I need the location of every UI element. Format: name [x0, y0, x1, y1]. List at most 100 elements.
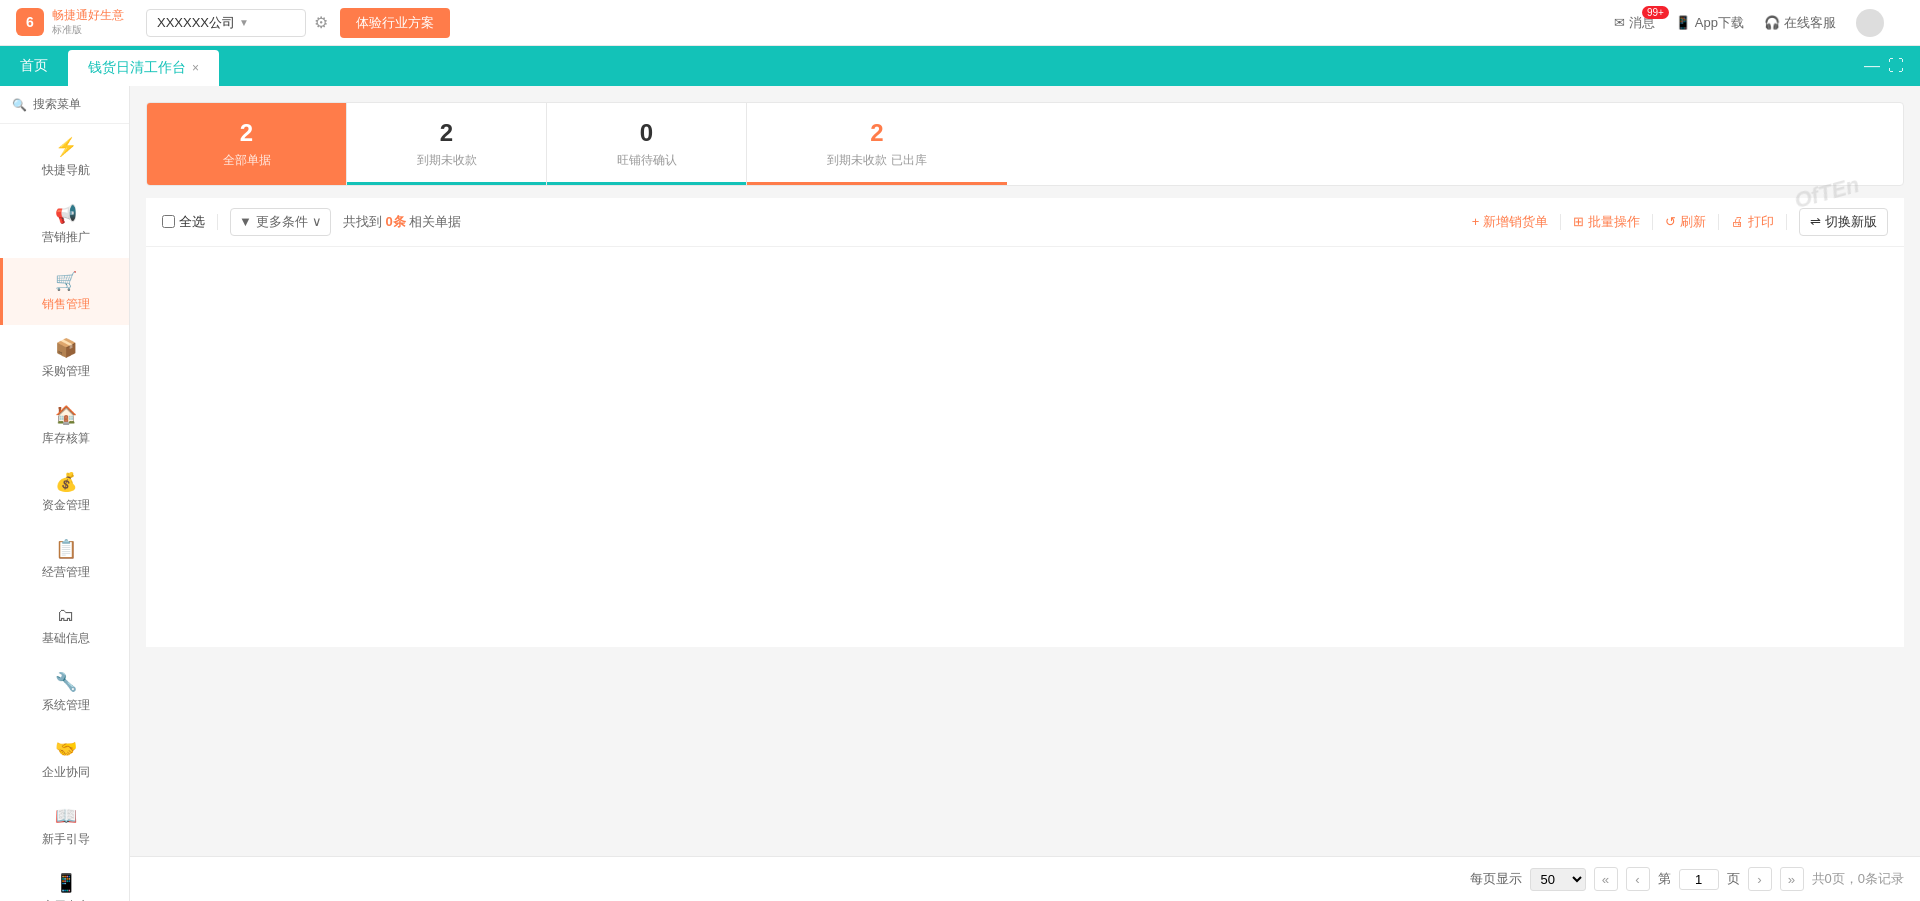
- print-icon: 🖨: [1731, 214, 1744, 229]
- select-all-checkbox[interactable]: 全选: [162, 213, 205, 231]
- filter-icon: ▼: [239, 214, 252, 229]
- stat-label-overdue: 到期未收款: [367, 152, 526, 169]
- main-layout: 🔍 搜索菜单 ⚡ 快捷导航 📢 营销推广 🛒 销售管理 📦 采购管理 🏠 库存核…: [0, 86, 1920, 901]
- sidebar-item-app-center[interactable]: 📱 应用中心: [0, 860, 129, 901]
- message-icon: ✉: [1614, 15, 1625, 30]
- maximize-icon[interactable]: ⛶: [1888, 57, 1904, 75]
- sidebar-item-operations[interactable]: 📋 经营管理: [0, 526, 129, 593]
- tab-qianhuo[interactable]: 钱货日清工作台 ×: [68, 50, 219, 86]
- found-count: 0条: [386, 214, 406, 229]
- download-icon: 📱: [1675, 15, 1691, 30]
- purchase-icon: 📦: [55, 337, 77, 359]
- top-header: 6 畅捷通好生意 标准版 XXXXXX公司 ▼ ⚙ 体验行业方案 ✉ 消息 99…: [0, 0, 1920, 46]
- toolbar: 全选 ▼ 更多条件 ∨ 共找到 0条 相关单据 + 新增销货单: [146, 198, 1904, 247]
- refresh-button[interactable]: ↺ 刷新: [1665, 213, 1706, 231]
- stat-num-overdue: 2: [367, 119, 526, 148]
- nav-tabs: 首页 钱货日清工作台 × — ⛶: [0, 46, 1920, 86]
- sidebar: 🔍 搜索菜单 ⚡ 快捷导航 📢 营销推广 🛒 销售管理 📦 采购管理 🏠 库存核…: [0, 86, 130, 901]
- per-page-select[interactable]: 50 20 100: [1530, 868, 1586, 891]
- batch-operation-button[interactable]: ⊞ 批量操作: [1573, 213, 1640, 231]
- minimize-icon[interactable]: —: [1864, 57, 1880, 75]
- logo-badge: 标准版: [52, 23, 124, 37]
- sidebar-item-cooperation[interactable]: 🤝 企业协同: [0, 726, 129, 793]
- stat-label-all: 全部单据: [167, 152, 326, 169]
- online-service-button[interactable]: 🎧 在线客服: [1764, 14, 1836, 32]
- company-name: XXXXXX公司: [157, 14, 235, 32]
- underline-teal-2: [547, 182, 746, 185]
- content-area: 2 全部单据 2 到期未收款 0 旺铺待确认 2 到期: [130, 86, 1920, 856]
- underline-teal: [347, 182, 546, 185]
- sidebar-search[interactable]: 🔍 搜索菜单: [0, 86, 129, 124]
- tab-close-icon[interactable]: ×: [192, 61, 199, 75]
- sidebar-item-inventory[interactable]: 🏠 库存核算: [0, 392, 129, 459]
- filter-chevron-icon: ∨: [312, 214, 322, 229]
- filter-button[interactable]: ▼ 更多条件 ∨: [230, 208, 331, 236]
- headset-icon: 🎧: [1764, 15, 1780, 30]
- settings-icon[interactable]: ⚙: [314, 13, 328, 32]
- cooperation-icon: 🤝: [55, 738, 77, 760]
- stat-card-overdue-shipped[interactable]: 2 到期未收款 已出库: [747, 103, 1007, 185]
- message-badge: 99+: [1642, 6, 1669, 19]
- stat-card-all[interactable]: 2 全部单据: [147, 103, 347, 185]
- quick-nav-icon: ⚡: [55, 136, 77, 158]
- stat-num-wangpu: 0: [567, 119, 726, 148]
- toolbar-right: + 新增销货单 ⊞ 批量操作 ↺ 刷新 🖨 打印: [1472, 208, 1888, 236]
- sidebar-item-basic-info[interactable]: 🗂 基础信息: [0, 593, 129, 659]
- inventory-icon: 🏠: [55, 404, 77, 426]
- divider-5: [1786, 214, 1787, 230]
- next-page-button[interactable]: ›: [1748, 867, 1772, 891]
- basic-info-icon: 🗂: [57, 605, 75, 626]
- sidebar-item-quick-nav[interactable]: ⚡ 快捷导航: [0, 124, 129, 191]
- app-download-button[interactable]: 📱 App下载: [1675, 14, 1744, 32]
- search-icon: 🔍: [12, 98, 27, 112]
- found-text: 共找到 0条 相关单据: [343, 213, 461, 231]
- prev-page-button[interactable]: ‹: [1626, 867, 1650, 891]
- sidebar-item-marketing[interactable]: 📢 营销推广: [0, 191, 129, 258]
- app-center-icon: 📱: [55, 872, 77, 894]
- sidebar-item-guide[interactable]: 📖 新手引导: [0, 793, 129, 860]
- stat-label-wangpu: 旺铺待确认: [567, 152, 726, 169]
- avatar[interactable]: [1856, 9, 1884, 37]
- switch-version-button[interactable]: ⇌ 切换新版: [1799, 208, 1888, 236]
- underline-orange: [747, 182, 1007, 185]
- refresh-icon: ↺: [1665, 214, 1676, 229]
- stat-card-overdue[interactable]: 2 到期未收款: [347, 103, 547, 185]
- sidebar-item-finance[interactable]: 💰 资金管理: [0, 459, 129, 526]
- trial-button[interactable]: 体验行业方案: [340, 8, 450, 38]
- select-all-input[interactable]: [162, 215, 175, 228]
- sidebar-item-sales[interactable]: 🛒 销售管理: [0, 258, 129, 325]
- header-right: ✉ 消息 99+ 📱 App下载 🎧 在线客服: [1614, 9, 1904, 37]
- table-area: [146, 247, 1904, 647]
- message-button[interactable]: ✉ 消息 99+: [1614, 14, 1655, 32]
- last-page-button[interactable]: »: [1780, 867, 1804, 891]
- system-icon: 🔧: [55, 671, 77, 693]
- divider-4: [1718, 214, 1719, 230]
- logo-text: 畅捷通好生意: [52, 8, 124, 22]
- print-button[interactable]: 🖨 打印: [1731, 213, 1774, 231]
- logo-area: 6 畅捷通好生意 标准版: [16, 8, 146, 36]
- tab-home[interactable]: 首页: [0, 46, 68, 86]
- chevron-down-icon: ▼: [239, 17, 249, 28]
- main-content: 2 全部单据 2 到期未收款 0 旺铺待确认 2 到期: [130, 86, 1920, 901]
- switch-icon: ⇌: [1810, 214, 1821, 229]
- operations-icon: 📋: [55, 538, 77, 560]
- stat-label-overdue-shipped: 到期未收款 已出库: [767, 152, 987, 169]
- add-order-button[interactable]: + 新增销货单: [1472, 213, 1548, 231]
- company-selector[interactable]: XXXXXX公司 ▼: [146, 9, 306, 37]
- divider-3: [1652, 214, 1653, 230]
- stats-row: 2 全部单据 2 到期未收款 0 旺铺待确认 2 到期: [146, 102, 1904, 186]
- current-page-input[interactable]: [1679, 869, 1719, 890]
- stat-num-all: 2: [167, 119, 326, 148]
- finance-icon: 💰: [55, 471, 77, 493]
- divider-2: [1560, 214, 1561, 230]
- sidebar-item-system[interactable]: 🔧 系统管理: [0, 659, 129, 726]
- nav-right-controls: — ⛶: [1864, 57, 1920, 75]
- divider: [217, 214, 218, 230]
- stat-card-wangpu[interactable]: 0 旺铺待确认: [547, 103, 747, 185]
- sidebar-item-purchase[interactable]: 📦 采购管理: [0, 325, 129, 392]
- first-page-button[interactable]: «: [1594, 867, 1618, 891]
- logo-icon: 6: [16, 8, 44, 36]
- total-info: 共0页，0条记录: [1812, 870, 1904, 888]
- stat-num-overdue-shipped: 2: [767, 119, 987, 148]
- pagination: 每页显示 50 20 100 « ‹ 第 页 › » 共0页，0条记录: [130, 856, 1920, 901]
